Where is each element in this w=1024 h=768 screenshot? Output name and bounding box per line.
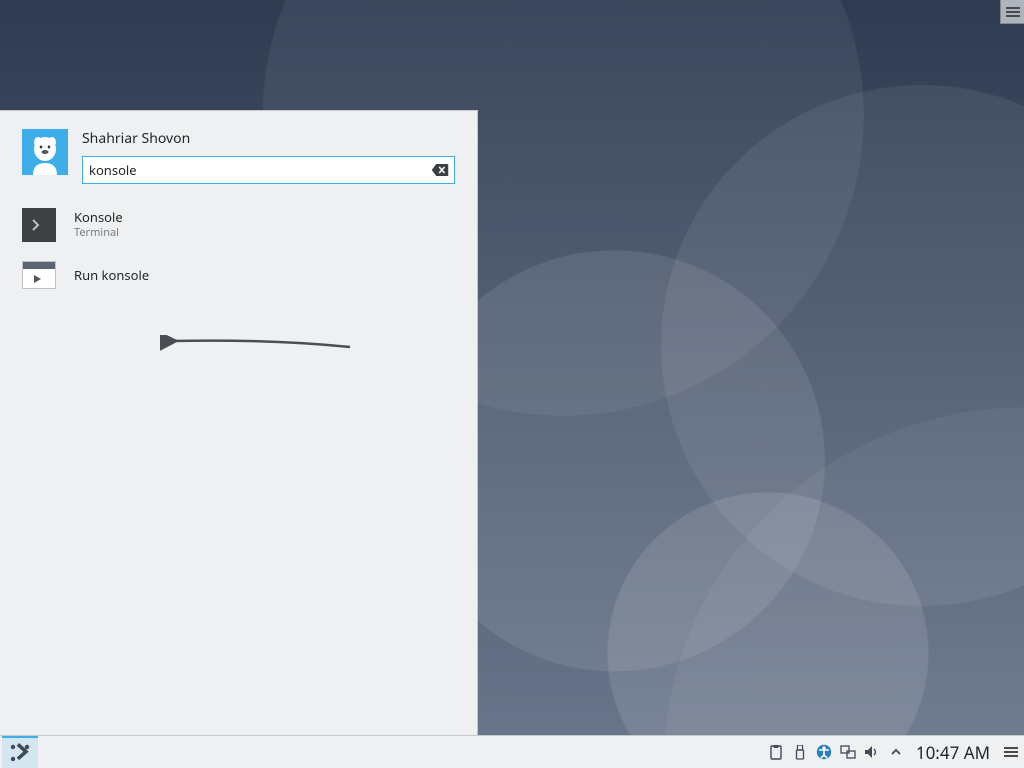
panel-clock[interactable]: 10:47 AM (912, 741, 994, 764)
clear-search-button[interactable] (430, 161, 450, 179)
user-avatar[interactable] (22, 129, 68, 175)
hamburger-icon (1006, 7, 1020, 17)
annotation-arrow (160, 335, 360, 359)
panel-menu-button[interactable] (1002, 743, 1020, 761)
result-konsole[interactable]: Konsole Terminal (22, 200, 455, 250)
result-name: Run konsole (74, 267, 149, 284)
usb-icon[interactable] (792, 744, 808, 760)
run-command-icon (22, 258, 56, 292)
app-launcher-button[interactable] (2, 736, 38, 768)
volume-icon[interactable] (864, 744, 880, 760)
search-field-wrap (82, 156, 455, 184)
result-desc: Terminal (74, 226, 123, 240)
hamburger-icon (1004, 747, 1018, 757)
clipboard-icon[interactable] (768, 744, 784, 760)
backspace-icon (431, 163, 449, 177)
result-run-konsole[interactable]: Run konsole (22, 250, 455, 300)
tray-expand-icon[interactable] (888, 744, 904, 760)
search-input[interactable] (89, 157, 430, 183)
konsole-icon (22, 208, 56, 242)
search-results: Konsole Terminal Run konsole (0, 192, 477, 300)
taskbar-panel: 10:47 AM (0, 735, 1024, 768)
system-tray (768, 744, 904, 760)
desktop-menu-button[interactable] (1000, 0, 1024, 24)
launcher-header: Shahriar Shovon (0, 111, 477, 192)
username-label: Shahriar Shovon (82, 129, 455, 148)
application-launcher: Shahriar Shovon Konsole Terminal (0, 110, 478, 735)
result-name: Konsole (74, 209, 123, 226)
kde-logo-icon (8, 743, 32, 763)
network-icon[interactable] (840, 744, 856, 760)
accessibility-icon[interactable] (816, 744, 832, 760)
